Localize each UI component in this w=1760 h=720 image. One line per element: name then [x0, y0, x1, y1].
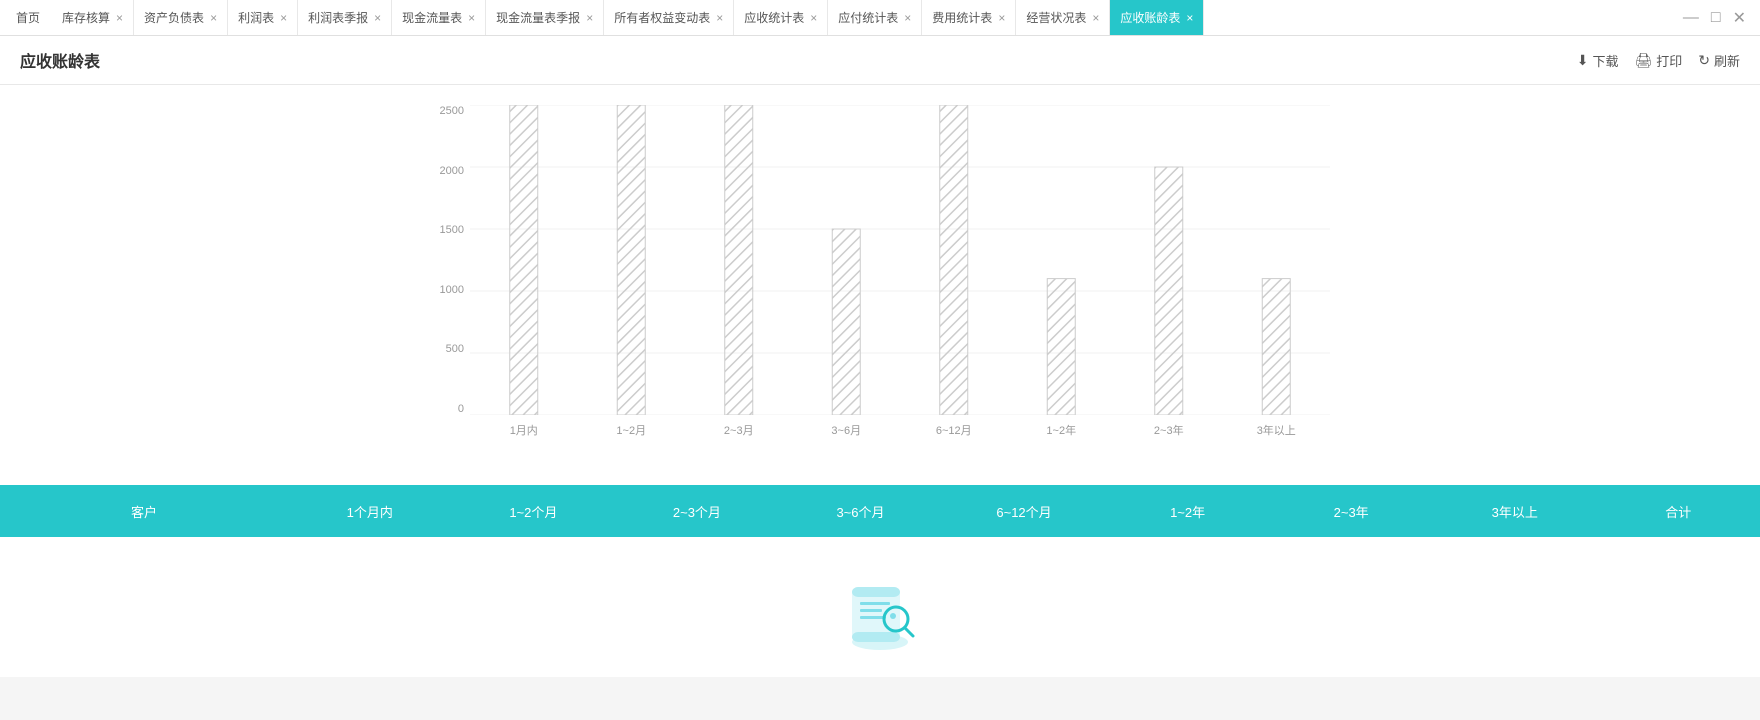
x-axis: 1月内1~2月2~3月3~6月6~12月1~2年2~3年3年以上 — [470, 415, 1330, 445]
y-axis-label: 2500 — [440, 105, 464, 117]
tab-item-8[interactable]: 应付统计表× — [828, 0, 922, 35]
tab-close-icon[interactable]: × — [904, 11, 911, 25]
tab-close-icon[interactable]: × — [210, 11, 217, 25]
tab-close-icon[interactable]: × — [280, 11, 287, 25]
tab-close-icon[interactable]: × — [374, 11, 381, 25]
table-header-cell-4: 3~6个月 — [779, 502, 943, 521]
tab-item-9[interactable]: 费用统计表× — [922, 0, 1016, 35]
tab-bar-end: — □ ✕ — [1681, 6, 1756, 30]
chart-bar — [1155, 167, 1183, 415]
tab-item-10[interactable]: 经营状况表× — [1016, 0, 1110, 35]
page-title: 应收账龄表 — [20, 48, 100, 72]
x-axis-label: 2~3年 — [1115, 422, 1223, 438]
print-button[interactable]: 🖨 打印 — [1634, 51, 1682, 70]
table-header-cell-2: 1~2个月 — [452, 502, 616, 521]
tab-close-icon[interactable]: × — [998, 11, 1005, 25]
x-axis-label: 1~2年 — [1008, 422, 1116, 438]
tab-close-icon[interactable]: × — [810, 11, 817, 25]
table-header-cell-9: 合计 — [1597, 502, 1760, 521]
table-header-cell-5: 6~12个月 — [942, 502, 1106, 521]
empty-icon — [830, 567, 930, 657]
tab-bar: 首页 库存核算×资产负债表×利润表×利润表季报×现金流量表×现金流量表季报×所有… — [0, 0, 1760, 36]
chart-bar — [1047, 279, 1075, 415]
x-axis-label: 1月内 — [470, 422, 578, 438]
x-axis-label: 3~6月 — [793, 422, 901, 438]
download-label: 下载 — [1592, 51, 1618, 70]
download-button[interactable]: ⬇ 下载 — [1577, 51, 1619, 70]
refresh-icon: ↻ — [1698, 52, 1710, 69]
tab-close-icon[interactable]: × — [1186, 11, 1193, 25]
tab-home[interactable]: 首页 — [4, 0, 52, 35]
y-axis-label: 0 — [458, 403, 464, 415]
chart-container: 0 500 1000 1500 2000 2500 1月内1~2月2~3月3~6月6~12… — [430, 105, 1330, 445]
tab-close-icon[interactable]: × — [468, 11, 475, 25]
x-axis-label: 1~2月 — [578, 422, 686, 438]
table-header-cell-3: 2~3个月 — [615, 502, 779, 521]
print-icon: 🖨 — [1634, 52, 1652, 69]
table-header-cell-1: 1个月内 — [288, 502, 452, 521]
minimize-button[interactable]: — — [1681, 7, 1701, 29]
tab-close-icon[interactable]: × — [586, 11, 593, 25]
tab-item-1[interactable]: 资产负债表× — [134, 0, 228, 35]
x-axis-label: 2~3月 — [685, 422, 793, 438]
y-axis: 0 500 1000 1500 2000 2500 — [430, 105, 470, 415]
y-axis-label: 1500 — [440, 224, 464, 236]
tab-close-icon[interactable]: × — [1092, 11, 1099, 25]
empty-state — [0, 537, 1760, 677]
page-header: 应收账龄表 ⬇ 下载 🖨 打印 ↻ 刷新 — [0, 36, 1760, 85]
header-actions: ⬇ 下载 🖨 打印 ↻ 刷新 — [1577, 51, 1740, 70]
chart-bar — [940, 105, 968, 415]
y-axis-label: 500 — [446, 343, 464, 355]
tab-close-icon[interactable]: × — [116, 11, 123, 25]
download-icon: ⬇ — [1577, 52, 1589, 69]
tab-item-11[interactable]: 应收账龄表× — [1110, 0, 1204, 35]
tab-item-3[interactable]: 利润表季报× — [298, 0, 392, 35]
table-header-cell-8: 3年以上 — [1433, 502, 1597, 521]
print-label: 打印 — [1656, 51, 1682, 70]
tab-item-0[interactable]: 库存核算× — [52, 0, 134, 35]
chart-bar — [832, 229, 860, 415]
main-content: 05001000150020002500 1月内1~2月2~3月3~6月6~12… — [0, 85, 1760, 677]
tab-item-5[interactable]: 现金流量表季报× — [486, 0, 604, 35]
chart-bar — [510, 105, 538, 415]
chart-bar — [725, 105, 753, 415]
chart-svg — [470, 105, 1330, 415]
maximize-button[interactable]: □ — [1709, 7, 1723, 29]
chart-bar — [617, 105, 645, 415]
y-axis-label: 2000 — [440, 165, 464, 177]
refresh-label: 刷新 — [1714, 51, 1740, 70]
table-header: 客户1个月内1~2个月2~3个月3~6个月6~12个月1~2年2~3年3年以上合… — [0, 485, 1760, 537]
chart-bar — [1262, 279, 1290, 415]
tab-close-icon[interactable]: × — [716, 11, 723, 25]
y-axis-label: 1000 — [440, 284, 464, 296]
table-header-cell-6: 1~2年 — [1106, 502, 1270, 521]
tab-item-6[interactable]: 所有者权益变动表× — [604, 0, 734, 35]
tab-item-2[interactable]: 利润表× — [228, 0, 298, 35]
tab-item-7[interactable]: 应收统计表× — [734, 0, 828, 35]
chart-area: 0 500 1000 1500 2000 2500 1月内1~2月2~3月3~6月6~12… — [0, 85, 1760, 485]
refresh-button[interactable]: ↻ 刷新 — [1698, 51, 1740, 70]
table-header-cell-0: 客户 — [0, 502, 288, 521]
close-window-button[interactable]: ✕ — [1731, 6, 1748, 30]
x-axis-label: 6~12月 — [900, 422, 1008, 438]
tab-item-4[interactable]: 现金流量表× — [392, 0, 486, 35]
table-header-cell-7: 2~3年 — [1269, 502, 1433, 521]
x-axis-label: 3年以上 — [1223, 422, 1331, 438]
